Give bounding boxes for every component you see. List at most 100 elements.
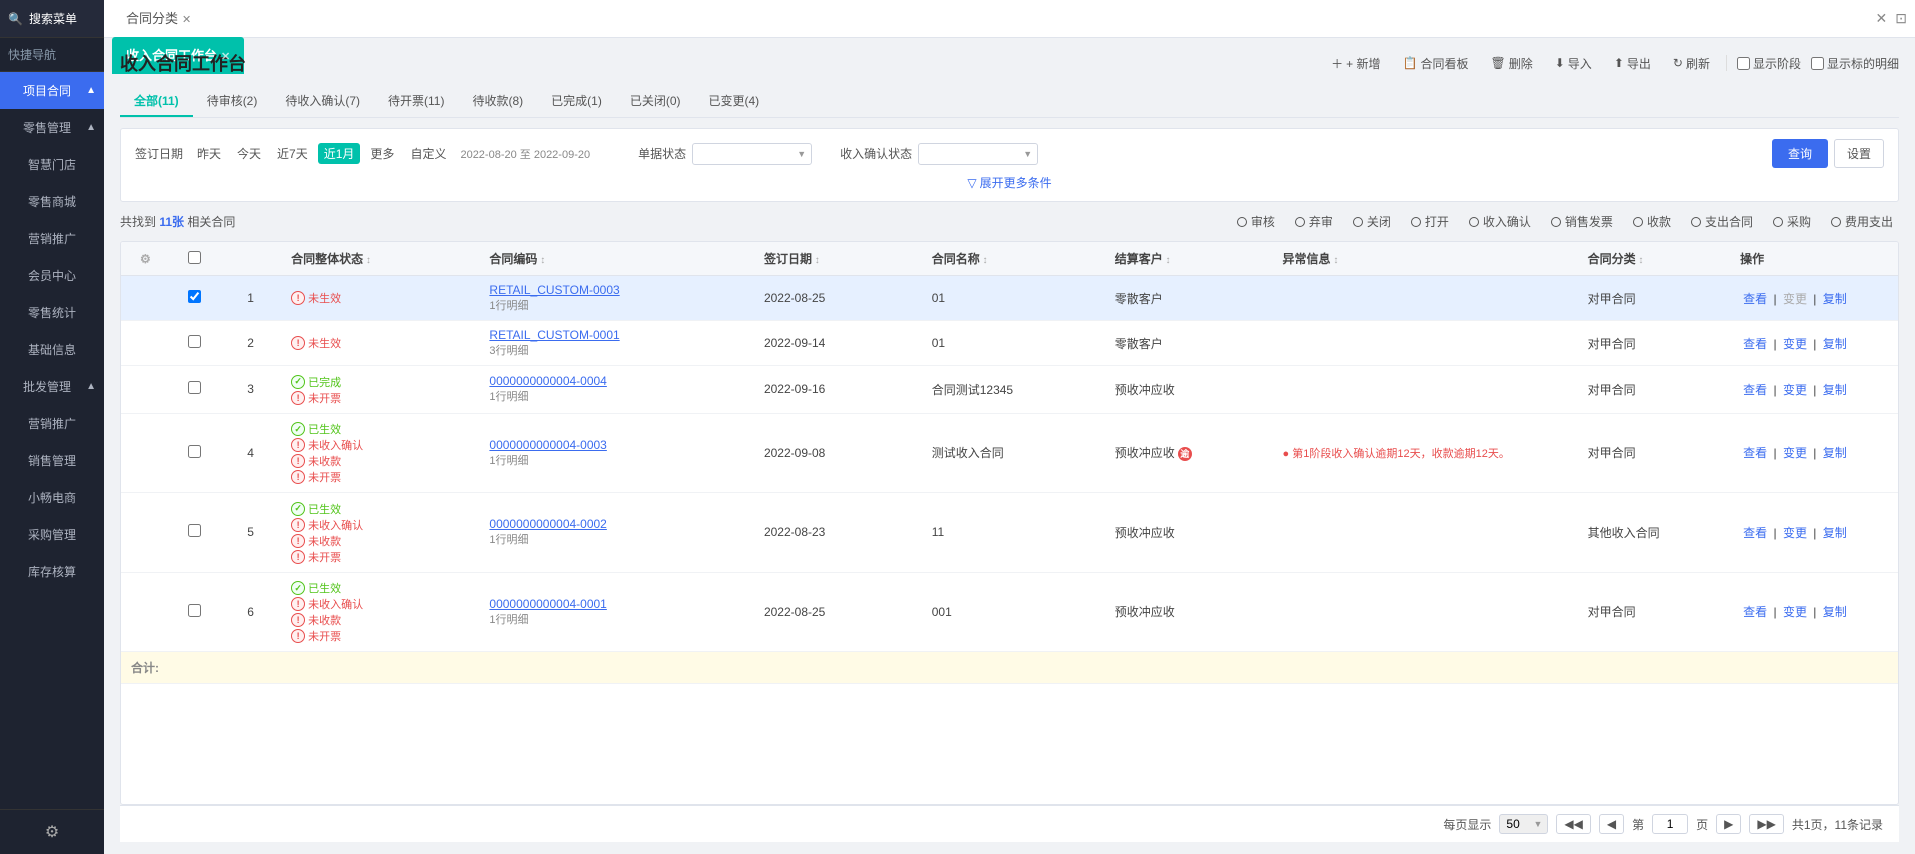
refresh-button[interactable]: ↻ 刷新 [1667,52,1716,75]
action-abandon-button[interactable]: 弃审 [1289,210,1339,233]
action-out_contract-button[interactable]: 支出合同 [1685,210,1759,233]
sidebar-search[interactable]: 🔍 搜索菜单 [0,0,104,38]
row-gear-icon[interactable] [121,321,170,366]
action-变更-link[interactable]: 变更 [1783,446,1807,460]
sidebar-item-inventory[interactable]: 库存核算 [0,553,104,590]
sidebar-item-base_info[interactable]: 基础信息 [0,331,104,368]
action-查看-link[interactable]: 查看 [1743,446,1767,460]
contract-code-link[interactable]: 0000000000004-0003 [489,438,606,452]
action-变更-link[interactable]: 变更 [1783,383,1807,397]
row-gear-icon[interactable] [121,366,170,414]
action-变更-link[interactable]: 变更 [1783,337,1807,351]
row-gear-icon[interactable] [121,493,170,573]
action-income_confirm-button[interactable]: 收入确认 [1463,210,1537,233]
contract-code-link[interactable]: 0000000000004-0002 [489,517,606,531]
action-purchase-button[interactable]: 采购 [1767,210,1817,233]
contract-name-column-header[interactable]: 合同名称 [922,242,1105,276]
yesterday-btn[interactable]: 昨天 [191,143,227,164]
row-gear-icon[interactable] [121,413,170,493]
sidebar-item-wholesale[interactable]: 批发管理▲ [0,368,104,405]
last1month-btn[interactable]: 近1月 [318,143,361,164]
filter-tab-closed[interactable]: 已关闭(0) [616,86,695,117]
tab-close-icon[interactable]: ✕ [221,51,230,63]
sidebar-item-member[interactable]: 会员中心 [0,257,104,294]
contract-code-link[interactable]: 0000000000004-0004 [489,374,606,388]
show-marks-checkbox[interactable]: 显示标的明细 [1811,55,1899,72]
row-gear-icon[interactable] [121,276,170,321]
page-size-select[interactable]: 10 20 50 100 [1499,814,1548,834]
row-checkbox[interactable] [188,335,201,348]
filter-tab-changed[interactable]: 已变更(4) [695,86,774,117]
filter-tab-pending_review[interactable]: 待审核(2) [193,86,272,117]
contract-code-column-header[interactable]: 合同编码 [479,242,754,276]
first-page-button[interactable]: ◀◀ [1556,814,1590,834]
page-number-input[interactable] [1652,814,1688,834]
overall-status-column-header[interactable]: 合同整体状态 [281,242,479,276]
customer-column-header[interactable]: 结算客户 [1105,242,1273,276]
sidebar-item-retail_mall[interactable]: 零售商城 [0,183,104,220]
delete-button[interactable]: 🗑 删除 [1484,52,1538,75]
filter-tab-pending_invoice[interactable]: 待开票(11) [374,86,458,117]
export-button[interactable]: ⬆ 导出 [1608,52,1657,75]
maximize-icon[interactable]: ⊡ [1895,10,1907,27]
row-gear-icon[interactable] [121,572,170,652]
query-button[interactable]: 查询 [1772,139,1828,168]
prev-page-button[interactable]: ◀ [1599,814,1624,834]
filter-tab-all[interactable]: 全部(11) [120,86,193,117]
action-expense-button[interactable]: 费用支出 [1825,210,1899,233]
sidebar-item-smart_store[interactable]: 智慧门店 [0,146,104,183]
today-btn[interactable]: 今天 [231,143,267,164]
action-复制-link[interactable]: 复制 [1823,446,1847,460]
next-page-button[interactable]: ▶ [1716,814,1741,834]
sidebar-item-marketing2[interactable]: 营销推广 [0,405,104,442]
gear-column-header[interactable]: ⚙ [121,242,170,276]
tab-close-icon[interactable]: ✕ [182,14,191,26]
import-button[interactable]: ⬇ 导入 [1549,52,1598,75]
more-btn[interactable]: 更多 [364,143,400,164]
row-checkbox[interactable] [188,604,201,617]
contract-code-link[interactable]: 0000000000004-0001 [489,597,606,611]
sidebar-item-xiaochange[interactable]: 小畅电商 [0,479,104,516]
action-变更-link[interactable]: 变更 [1783,526,1807,540]
filter-settings-button[interactable]: 设置 [1834,139,1884,168]
contract-code-link[interactable]: RETAIL_CUSTOM-0001 [489,328,619,342]
custom-btn[interactable]: 自定义 [404,143,452,164]
settings-icon[interactable]: ⚙ [0,809,104,854]
tab-contract_type[interactable]: 合同分类✕ [112,0,244,37]
last7days-btn[interactable]: 近7天 [271,143,314,164]
action-变更-link[interactable]: 变更 [1783,605,1807,619]
error-info-column-header[interactable]: 异常信息 [1273,242,1578,276]
action-复制-link[interactable]: 复制 [1823,526,1847,540]
action-查看-link[interactable]: 查看 [1743,383,1767,397]
action-复制-link[interactable]: 复制 [1823,292,1847,306]
action-review-button[interactable]: 审核 [1231,210,1281,233]
row-checkbox[interactable] [188,524,201,537]
show-stages-checkbox[interactable]: 显示阶段 [1737,55,1801,72]
action-查看-link[interactable]: 查看 [1743,337,1767,351]
contract-board-button[interactable]: 📋 合同看板 [1397,52,1475,75]
action-sales_invoice-button[interactable]: 销售发票 [1545,210,1619,233]
filter-tab-pending_income_confirm[interactable]: 待收入确认(7) [271,86,374,117]
action-复制-link[interactable]: 复制 [1823,337,1847,351]
action-查看-link[interactable]: 查看 [1743,605,1767,619]
sidebar-item-purchase[interactable]: 采购管理 [0,516,104,553]
doc-status-select[interactable] [692,143,812,165]
action-payment-button[interactable]: 收款 [1627,210,1677,233]
action-查看-link[interactable]: 查看 [1743,292,1767,306]
close-window-icon[interactable]: ✕ [1876,10,1888,27]
sidebar-item-marketing[interactable]: 营销推广 [0,220,104,257]
new-button[interactable]: ＋ + 新增 [1325,52,1386,75]
sidebar-item-sales_mgmt[interactable]: 销售管理 [0,442,104,479]
sidebar-item-project[interactable]: 项目合同▲ [0,72,104,109]
income-confirm-select[interactable] [918,143,1038,165]
select-all-checkbox[interactable] [188,251,201,264]
action-open-button[interactable]: 打开 [1405,210,1455,233]
sidebar-item-retail_mgmt[interactable]: 零售管理▲ [0,109,104,146]
action-变更-link[interactable]: 变更 [1783,292,1807,306]
category-column-header[interactable]: 合同分类 [1578,242,1731,276]
row-checkbox[interactable] [188,290,201,303]
row-checkbox[interactable] [188,381,201,394]
sidebar-quick-nav[interactable]: 快捷导航 [0,38,104,72]
sign-date-column-header[interactable]: 签订日期 [754,242,922,276]
action-close-button[interactable]: 关闭 [1347,210,1397,233]
